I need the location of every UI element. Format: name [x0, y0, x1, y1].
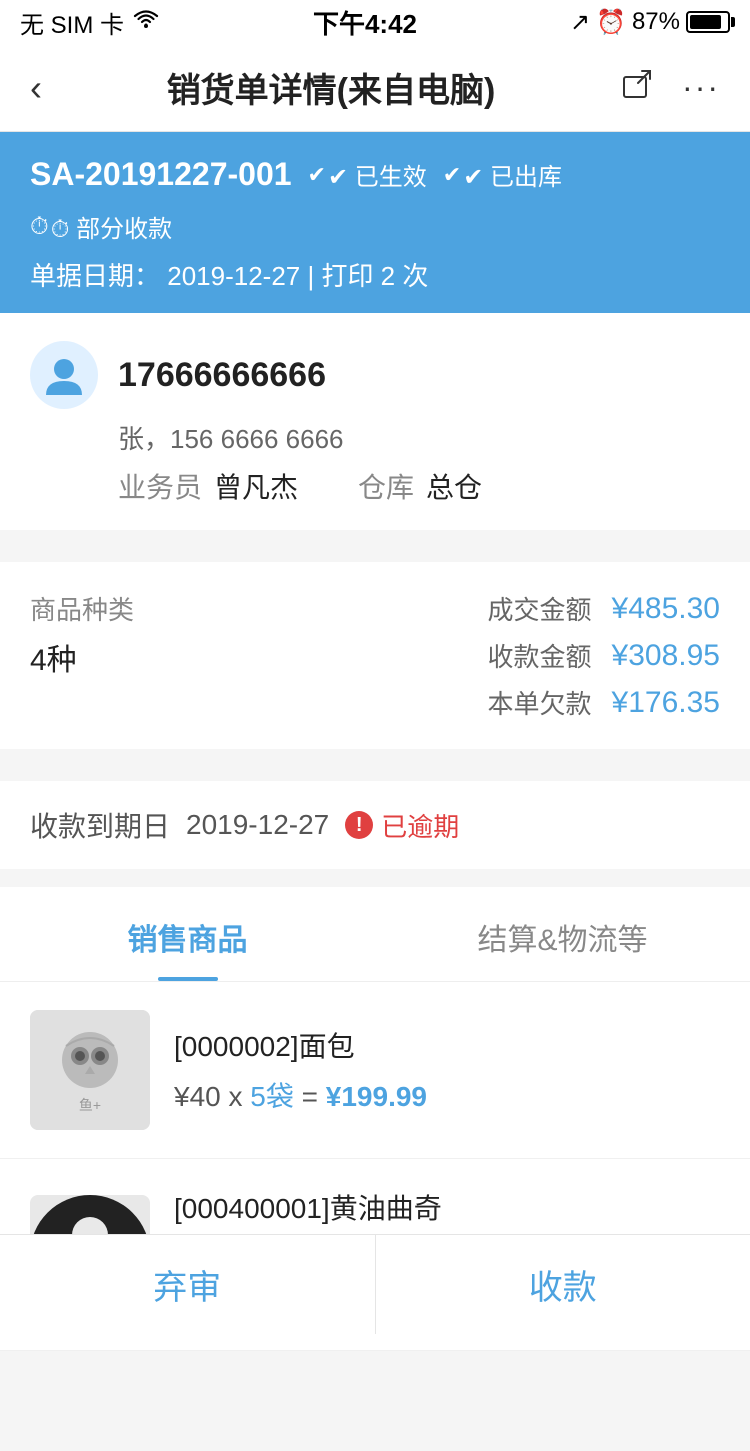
summary-section: 商品种类 4种 成交金额 ¥485.30 收款金额 ¥308.95 本单欠款 ¥… — [0, 562, 750, 749]
customer-section: 17666666666 张，156 6666 6666 业务员 曾凡杰 仓库 总… — [0, 313, 750, 530]
warehouse-field: 仓库 总仓 — [358, 466, 482, 506]
battery-percent: 87% — [632, 8, 680, 36]
product-price-1: ¥40 x 5袋 = ¥199.99 — [174, 1075, 720, 1115]
confirm-button[interactable]: 收款 — [376, 1235, 750, 1334]
date-label: 单据日期： — [30, 261, 160, 291]
order-header: SA-20191227-001 ✔ ✔ 已生效 ✔ ✔ 已出库 ⏱ ⏱ 部分收款… — [0, 132, 750, 313]
warehouse-label: 仓库 — [358, 466, 414, 506]
status-time: 下午4:42 — [313, 4, 417, 41]
deal-amount-label: 成交金额 — [488, 590, 592, 627]
alarm-icon: ⏰ — [596, 8, 626, 37]
check-icon-1: ✔ — [308, 162, 326, 188]
due-date-label: 收款到期日 — [30, 805, 170, 845]
bottom-bar: 弃审 收款 — [0, 1234, 750, 1334]
owed-amount-value: ¥176.35 — [612, 686, 720, 720]
customer-phone: 17666666666 — [118, 356, 326, 395]
customer-name-row: 17666666666 — [30, 341, 720, 409]
order-status-row: SA-20191227-001 ✔ ✔ 已生效 ✔ ✔ 已出库 ⏱ ⏱ 部分收款 — [30, 156, 720, 244]
battery-icon — [686, 11, 730, 33]
check-icon-2: ✔ — [443, 162, 461, 188]
deal-amount-value: ¥485.30 — [612, 592, 720, 626]
product-info-1: [0000002]面包 ¥40 x 5袋 = ¥199.99 — [174, 1025, 720, 1115]
tabs-bar: 销售商品 结算&物流等 — [0, 887, 750, 982]
financial-summary: 成交金额 ¥485.30 收款金额 ¥308.95 本单欠款 ¥176.35 — [488, 590, 720, 721]
status-bar: 无 SIM 卡 下午4:42 ↗ ⏰ 87% — [0, 0, 750, 44]
product-count: 商品种类 4种 — [30, 590, 134, 679]
product-total-1: ¥199.99 — [326, 1081, 427, 1112]
order-date: 2019-12-27 — [167, 261, 300, 291]
wifi-icon — [132, 8, 160, 36]
product-qty-1: 5袋 — [250, 1081, 294, 1112]
order-id: SA-20191227-001 — [30, 156, 292, 193]
status-partial: ⏱ ⏱ 部分收款 — [30, 209, 172, 244]
status-shipped: ✔ ✔ 已出库 — [443, 157, 562, 192]
status-left: 无 SIM 卡 — [20, 5, 160, 40]
received-amount-row: 收款金额 ¥308.95 — [488, 637, 720, 674]
due-date-value: 2019-12-27 — [186, 809, 329, 841]
product-image-1: 鱼+ — [30, 1010, 150, 1130]
back-button[interactable]: ‹ — [30, 67, 42, 109]
tab-underline — [158, 977, 218, 981]
due-date-section: 收款到期日 2019-12-27 ! 已逾期 — [0, 781, 750, 869]
tab-settlement[interactable]: 结算&物流等 — [375, 887, 750, 981]
salesperson-value: 曾凡杰 — [214, 466, 298, 506]
product-type-value: 4种 — [30, 635, 134, 679]
nav-bar: ‹ 销货单详情(来自电脑) ··· — [0, 44, 750, 132]
tab-products[interactable]: 销售商品 — [0, 887, 375, 981]
overdue-text: 已逾期 — [381, 807, 459, 844]
svg-text:鱼+: 鱼+ — [79, 1097, 101, 1113]
cancel-button[interactable]: 弃审 — [0, 1235, 376, 1334]
salesperson-label: 业务员 — [118, 466, 202, 506]
deal-amount-row: 成交金额 ¥485.30 — [488, 590, 720, 627]
owed-amount-row: 本单欠款 ¥176.35 — [488, 684, 720, 721]
owed-amount-label: 本单欠款 — [488, 684, 592, 721]
product-type-label: 商品种类 — [30, 590, 134, 627]
status-effective: ✔ ✔ 已生效 — [308, 157, 427, 192]
location-icon: ↗ — [570, 8, 590, 37]
summary-row: 商品种类 4种 成交金额 ¥485.30 收款金额 ¥308.95 本单欠款 ¥… — [30, 590, 720, 721]
clock-icon: ⏱ — [30, 213, 49, 241]
nav-right-actions: ··· — [620, 67, 720, 109]
avatar — [30, 341, 98, 409]
list-item: 鱼+ [0000002]面包 ¥40 x 5袋 = ¥199.99 — [0, 982, 750, 1159]
overdue-icon: ! — [345, 811, 373, 839]
status-right: ↗ ⏰ 87% — [570, 8, 730, 37]
more-icon[interactable]: ··· — [682, 69, 720, 106]
carrier-label: 无 SIM 卡 — [20, 5, 124, 40]
export-icon[interactable] — [620, 67, 654, 109]
section-divider-1 — [0, 546, 750, 562]
salesperson-field: 业务员 曾凡杰 — [118, 466, 298, 506]
section-divider-2 — [0, 765, 750, 781]
page-title: 销货单详情(来自电脑) — [167, 63, 496, 112]
print-count: | 打印 2 次 — [307, 261, 428, 291]
section-divider-3 — [0, 869, 750, 885]
product-name-1: [0000002]面包 — [174, 1025, 720, 1065]
customer-meta: 业务员 曾凡杰 仓库 总仓 — [118, 466, 720, 506]
received-amount-label: 收款金额 — [488, 637, 592, 674]
customer-contact: 张，156 6666 6666 — [118, 419, 720, 456]
product-name-2: [000400001]黄油曲奇 — [174, 1187, 720, 1227]
received-amount-value: ¥308.95 — [612, 639, 720, 673]
overdue-badge: ! 已逾期 — [345, 807, 459, 844]
warehouse-value: 总仓 — [426, 466, 482, 506]
order-date-row: 单据日期： 2019-12-27 | 打印 2 次 — [30, 256, 720, 293]
